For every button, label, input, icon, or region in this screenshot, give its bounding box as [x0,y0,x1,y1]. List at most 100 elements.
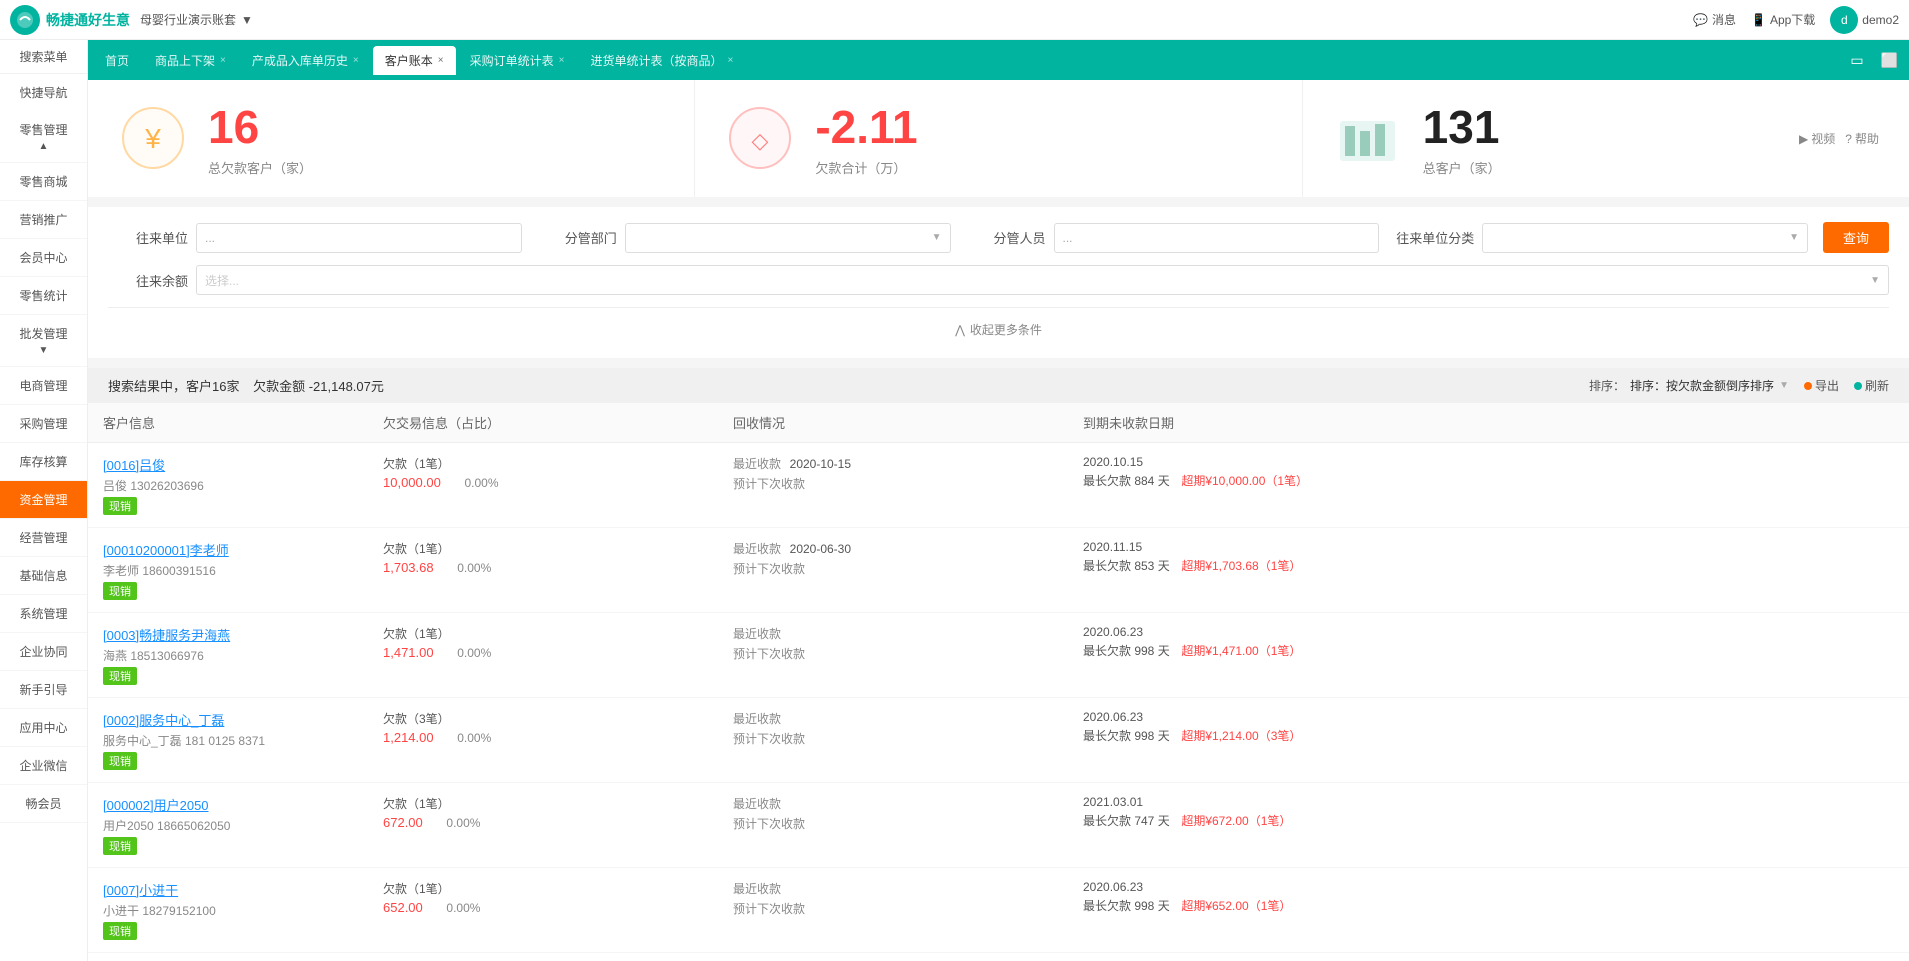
collapse-icon: ⋀ [955,323,965,337]
filter-select-balance[interactable]: 选择... ▼ [196,265,1889,295]
sidebar-item-retail-mgmt[interactable]: 零售管理 ▲ [0,111,87,163]
customer-name-link[interactable]: [0016]吕俊 [103,455,383,474]
export-icon [1804,382,1812,390]
customer-name-link[interactable]: [00010200001]李老师 [103,540,383,559]
customer-contact: 服务中心_丁磊 181 0125 8371 [103,732,383,749]
customer-tag: 现销 [103,497,137,515]
sidebar-item-basic[interactable]: 基础信息 [0,557,87,595]
export-label: 导出 [1815,377,1839,394]
filter-select-dept[interactable]: ▼ [625,223,951,253]
tab-product-history-close[interactable]: × [353,55,359,66]
tab-customer-account[interactable]: 客户账本 × [373,46,456,75]
return-info-cell: 最近收款 2020-10-15 预计下次收款 [733,455,1083,492]
return-info-cell: 最近收款 预计下次收款 [733,795,1083,832]
search-label[interactable]: 搜索菜单 [19,50,67,64]
debt-info-cell: 欠款（1笔） 1,703.68 0.00% [383,540,733,575]
sidebar-item-wechat[interactable]: 企业微信 [0,747,87,785]
sidebar: 搜索菜单 快捷导航 零售管理 ▲ 零售商城 营销推广 会员中心 [0,40,88,961]
overdue-cell: 2020.06.23 最长欠款 998 天 超期¥1,214.00（3笔） [1083,710,1894,744]
filter-select-unit-category[interactable]: ▼ [1482,223,1808,253]
customer-tag: 现销 [103,837,137,855]
query-button[interactable]: 查询 [1823,222,1889,253]
customer-tag: 现销 [103,667,137,685]
refresh-btn[interactable]: 刷新 [1854,377,1889,394]
customer-contact: 用户2050 18665062050 [103,817,383,834]
sidebar-item-retail-stats[interactable]: 零售统计 [0,277,87,315]
quick-nav-item[interactable]: 快捷导航 [0,74,87,111]
sort-select[interactable]: 排序： 排序：按欠款金额倒序排序 ▼ [1589,377,1789,394]
sidebar-item-guide[interactable]: 新手引导 [0,671,87,709]
tab-home[interactable]: 首页 [93,46,141,75]
sidebar-item-vip[interactable]: 畅会员 [0,785,87,823]
filter-input-from-unit[interactable]: ... [196,223,522,253]
table-row: [00010200001]李老师 李老师 18600391516 现销 欠款（1… [88,528,1909,613]
message-icon: 💬 [1693,13,1708,27]
stat-action-video[interactable]: ▶ 视频 [1799,130,1835,147]
tab-product-off-close[interactable]: × [220,55,226,66]
sidebar-item-finance[interactable]: 资金管理 [0,481,87,519]
stat-card-total-customers: 131 总客户（家） ▶ 视频 ? 帮助 [1303,80,1909,197]
tab-purchase-stats-close[interactable]: × [727,55,733,66]
table-row: [000002]用户2050 用户2050 18665062050 现销 欠款（… [88,783,1909,868]
col-header-customer: 客户信息 [103,413,383,432]
sidebar-item-ecommerce[interactable]: 电商管理 [0,367,87,405]
sidebar-item-inventory[interactable]: 库存核算 [0,443,87,481]
store-label: 母婴行业演示账套 [140,11,236,28]
tab-home-label: 首页 [105,52,129,69]
stat-label-debt-amount: 欠款合计（万） [815,158,917,177]
tab-purchase-stats[interactable]: 进货单统计表（按商品） × [578,46,745,75]
collapse-label: 收起更多条件 [970,321,1042,338]
debt-info-cell: 欠款（1笔） 1,471.00 0.00% [383,625,733,660]
sidebar-item-purchase[interactable]: 采购管理 [0,405,87,443]
sidebar-item-marketing[interactable]: 营销推广 [0,201,87,239]
tab-product-off[interactable]: 商品上下架 × [143,46,238,75]
tab-purchase-order-stats-close[interactable]: × [559,55,565,66]
sidebar-search[interactable]: 搜索菜单 [0,40,87,74]
customer-name-link[interactable]: [000002]用户2050 [103,795,383,814]
sidebar-item-enterprise[interactable]: 企业协同 [0,633,87,671]
stat-value-total-customers: 131 [1423,100,1501,154]
customer-name-link[interactable]: [0003]畅捷服务尹海燕 [103,625,383,644]
sidebar-item-ops[interactable]: 经营管理 [0,519,87,557]
customer-info-cell: [0003]畅捷服务尹海燕 海燕 18513066976 现销 [103,625,383,685]
sidebar-item-wholesale-mgmt[interactable]: 批发管理 ▼ [0,315,87,367]
collapse-btn[interactable]: ⋀ 收起更多条件 [108,316,1889,343]
tab-minimize-btn[interactable]: ▭ [1844,50,1869,71]
filter-area: 往来单位 ... 分管部门 ▼ [88,207,1909,358]
message-btn[interactable]: 💬 消息 [1693,11,1736,28]
return-info-cell: 最近收款 2020-06-30 预计下次收款 [733,540,1083,577]
col-header-debt: 欠交易信息（占比） [383,413,733,432]
results-info: 搜索结果中，客户16家 欠款金额 -21,148.07元 排序： 排序：按欠款金… [88,368,1909,403]
tab-maximize-btn[interactable]: ⬜ [1875,50,1904,71]
sidebar-item-apps[interactable]: 应用中心 [0,709,87,747]
filter-label-unit-category: 往来单位分类 [1394,228,1474,247]
export-btn[interactable]: 导出 [1804,377,1839,394]
customer-name-link[interactable]: [0002]服务中心_丁磊 [103,710,383,729]
customer-contact: 李老师 18600391516 [103,562,383,579]
customer-name-link[interactable]: [0007]小进干 [103,880,383,899]
filter-label-dept: 分管部门 [537,228,617,247]
store-select[interactable]: 母婴行业演示账套 ▼ [140,11,253,28]
sidebar-item-retail-store[interactable]: 零售商城 [0,163,87,201]
filter-input-person[interactable]: ... [1054,223,1380,253]
tab-product-history-label: 产成品入库单历史 [252,52,348,69]
table-row: [0002]服务中心_丁磊 服务中心_丁磊 181 0125 8371 现销 欠… [88,698,1909,783]
overdue-cell: 2020.11.15 最长欠款 853 天 超期¥1,703.68（1笔） [1083,540,1894,574]
stat-value-debt-amount: -2.11 [815,100,917,154]
tab-product-history[interactable]: 产成品入库单历史 × [240,46,371,75]
help-label: 帮助 [1855,130,1879,147]
top-bar-right: 💬 消息 📱 App下载 d demo2 [1693,6,1899,34]
stat-action-help[interactable]: ? 帮助 [1845,130,1879,147]
user-label: demo2 [1862,13,1899,27]
table-row: [0003]畅捷服务尹海燕 海燕 18513066976 现销 欠款（1笔） 1… [88,613,1909,698]
customer-contact: 海燕 18513066976 [103,647,383,664]
logo-text: 畅捷通好生意 [46,10,130,30]
sidebar-item-system[interactable]: 系统管理 [0,595,87,633]
col-header-overdue: 到期未收款日期 [1083,413,1894,432]
user-btn[interactable]: d demo2 [1830,6,1899,34]
filter-item-person: 分管人员 ... [966,223,1380,253]
sidebar-item-member[interactable]: 会员中心 [0,239,87,277]
tab-purchase-order-stats[interactable]: 采购订单统计表 × [458,46,577,75]
app-download-btn[interactable]: 📱 App下载 [1751,11,1815,28]
tab-customer-account-close[interactable]: × [438,55,444,66]
